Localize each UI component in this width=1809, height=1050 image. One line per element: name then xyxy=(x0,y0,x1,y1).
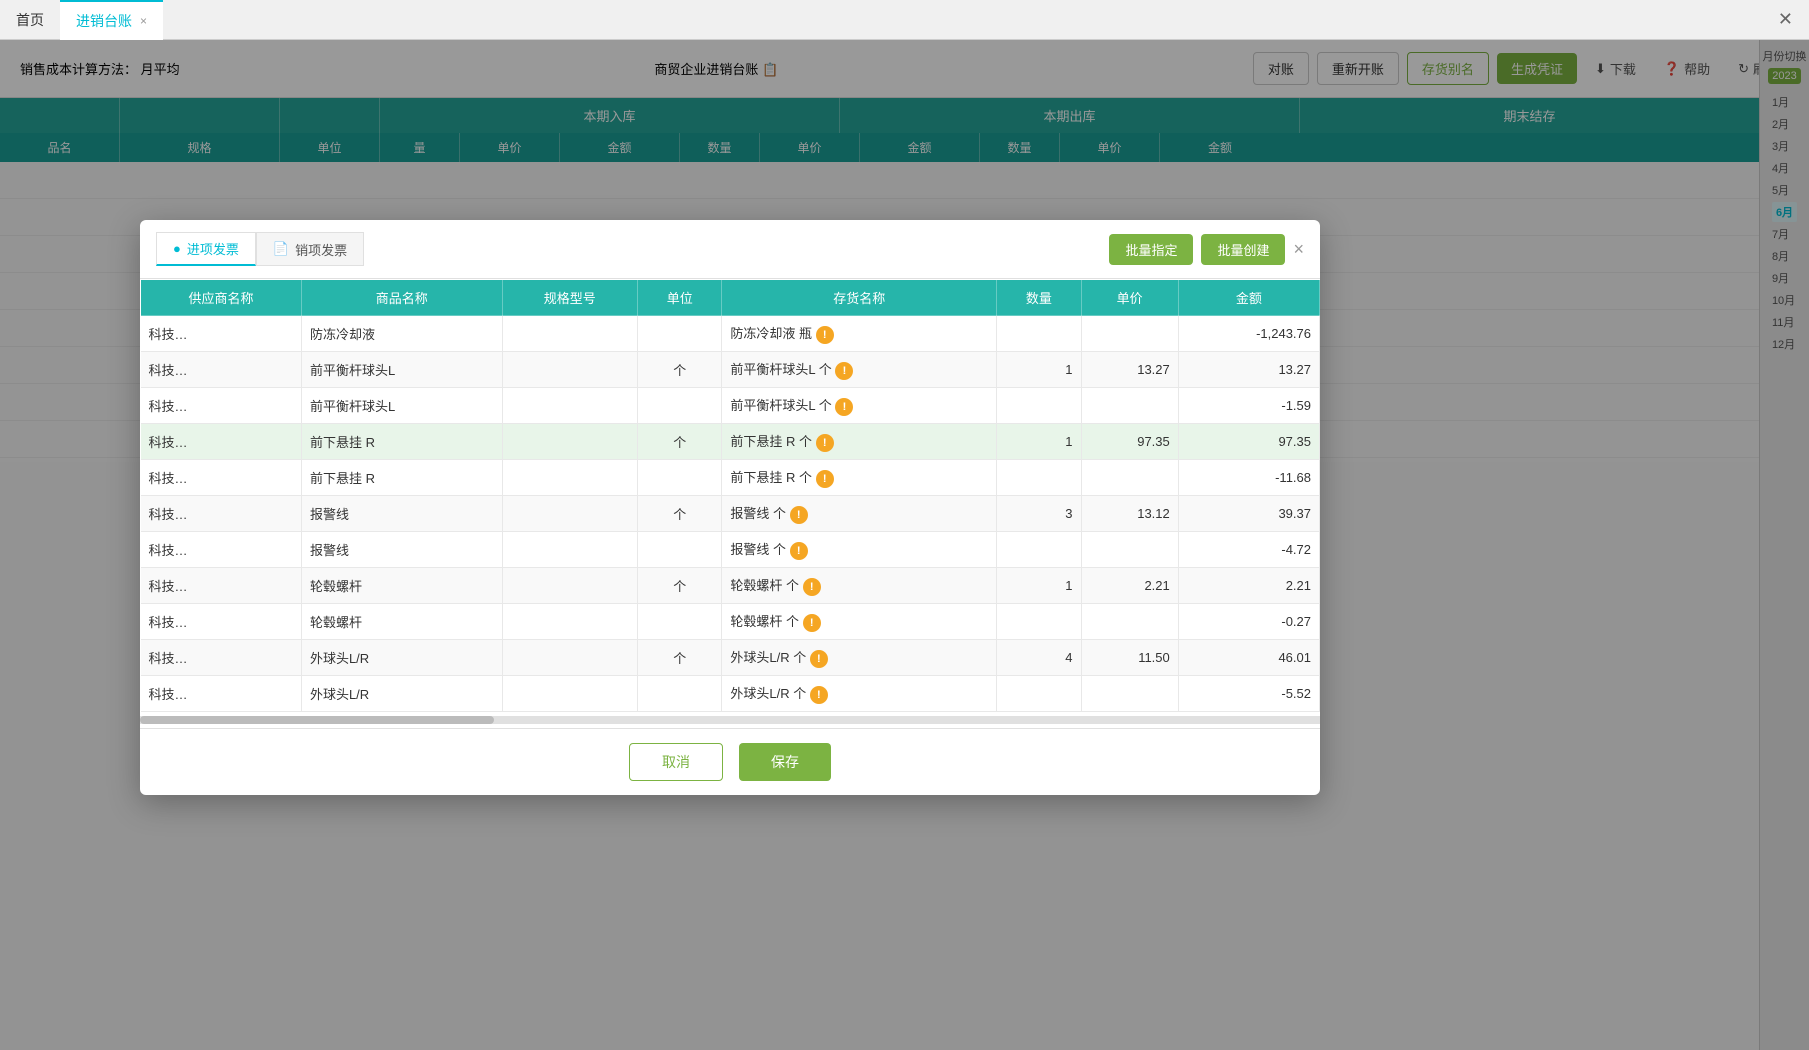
tab-income-invoice[interactable]: ● 进项发票 xyxy=(156,232,256,266)
warn-icon: ! xyxy=(790,542,808,560)
table-row[interactable]: 科技…外球头L/R个外球头L/R 个 !411.5046.01 xyxy=(141,640,1320,676)
warn-icon: ! xyxy=(790,506,808,524)
warn-icon: ! xyxy=(803,578,821,596)
th-spec: 规格型号 xyxy=(502,280,637,316)
table-row[interactable]: 科技…轮毂螺杆轮毂螺杆 个 !-0.27 xyxy=(141,604,1320,640)
th-product: 商品名称 xyxy=(301,280,502,316)
table-row[interactable]: 科技…轮毂螺杆个轮毂螺杆 个 !12.212.21 xyxy=(141,568,1320,604)
table-row[interactable]: 科技…前下悬挂 R前下悬挂 R 个 !-11.68 xyxy=(141,460,1320,496)
table-row[interactable]: 科技…前平衡杆球头L个前平衡杆球头L 个 !113.2713.27 xyxy=(141,352,1320,388)
modal-tabs: ● 进项发票 📄 销项发票 xyxy=(156,232,364,266)
warn-icon: ! xyxy=(810,686,828,704)
warn-icon: ! xyxy=(835,398,853,416)
warn-icon: ! xyxy=(835,362,853,380)
table-row[interactable]: 科技…报警线个报警线 个 !313.1239.37 xyxy=(141,496,1320,532)
top-bar-right: ✕ xyxy=(1778,9,1809,30)
modal-table-wrap: 供应商名称 商品名称 规格型号 单位 存货名称 数量 单价 金额 科技…防冻冷却… xyxy=(140,279,1320,712)
tab-close-icon[interactable]: × xyxy=(140,1,147,41)
modal-dialog: ● 进项发票 📄 销项发票 批量指定 批量创建 × 供应商名称 xyxy=(140,220,1320,795)
warn-icon: ! xyxy=(816,470,834,488)
table-row[interactable]: 科技…外球头L/R外球头L/R 个 !-5.52 xyxy=(141,676,1320,712)
window-close-button[interactable]: ✕ xyxy=(1778,9,1793,29)
table-row[interactable]: 科技…前下悬挂 R个前下悬挂 R 个 !197.3597.35 xyxy=(141,424,1320,460)
income-invoice-icon: ● xyxy=(173,241,181,256)
warn-icon: ! xyxy=(816,326,834,344)
table-row[interactable]: 科技…前平衡杆球头L前平衡杆球头L 个 !-1.59 xyxy=(141,388,1320,424)
warn-icon: ! xyxy=(816,434,834,452)
modal-close-button[interactable]: × xyxy=(1293,239,1304,260)
th-supplier: 供应商名称 xyxy=(141,280,302,316)
modal-table: 供应商名称 商品名称 规格型号 单位 存货名称 数量 单价 金额 科技…防冻冷却… xyxy=(140,279,1320,712)
th-amount: 金额 xyxy=(1178,280,1319,316)
th-price: 单价 xyxy=(1081,280,1178,316)
th-inventory: 存货名称 xyxy=(722,280,997,316)
batch-create-button[interactable]: 批量创建 xyxy=(1201,234,1285,265)
tab-active-label: 进销台账 xyxy=(76,1,132,41)
tab-sales-invoice[interactable]: 📄 销项发票 xyxy=(256,232,364,266)
modal-scrollbar-thumb[interactable] xyxy=(140,716,494,724)
modal-scrollbar[interactable] xyxy=(140,716,1320,724)
modal-footer: 取消 保存 xyxy=(140,728,1320,795)
batch-assign-button[interactable]: 批量指定 xyxy=(1109,234,1193,265)
sales-invoice-label: 销项发票 xyxy=(295,240,347,259)
cancel-button[interactable]: 取消 xyxy=(629,743,723,781)
top-bar: 首页 进销台账 × ✕ xyxy=(0,0,1809,40)
tab-home[interactable]: 首页 xyxy=(0,0,60,40)
warn-icon: ! xyxy=(810,650,828,668)
th-unit: 单位 xyxy=(638,280,722,316)
table-row[interactable]: 科技…防冻冷却液防冻冷却液 瓶 !-1,243.76 xyxy=(141,316,1320,352)
table-header-row: 供应商名称 商品名称 规格型号 单位 存货名称 数量 单价 金额 xyxy=(141,280,1320,316)
main-page: 销售成本计算方法： 月平均 商贸企业进销台账 📋 对账 重新开账 存货别名 生成… xyxy=(0,40,1809,1050)
warn-icon: ! xyxy=(803,614,821,632)
sales-invoice-icon: 📄 xyxy=(273,241,289,257)
income-invoice-label: 进项发票 xyxy=(187,239,239,258)
th-qty: 数量 xyxy=(997,280,1081,316)
modal-header: ● 进项发票 📄 销项发票 批量指定 批量创建 × xyxy=(140,220,1320,279)
table-row[interactable]: 科技…报警线报警线 个 !-4.72 xyxy=(141,532,1320,568)
modal-header-right: 批量指定 批量创建 × xyxy=(1109,234,1304,265)
tab-active[interactable]: 进销台账 × xyxy=(60,0,163,40)
save-button[interactable]: 保存 xyxy=(739,743,831,781)
